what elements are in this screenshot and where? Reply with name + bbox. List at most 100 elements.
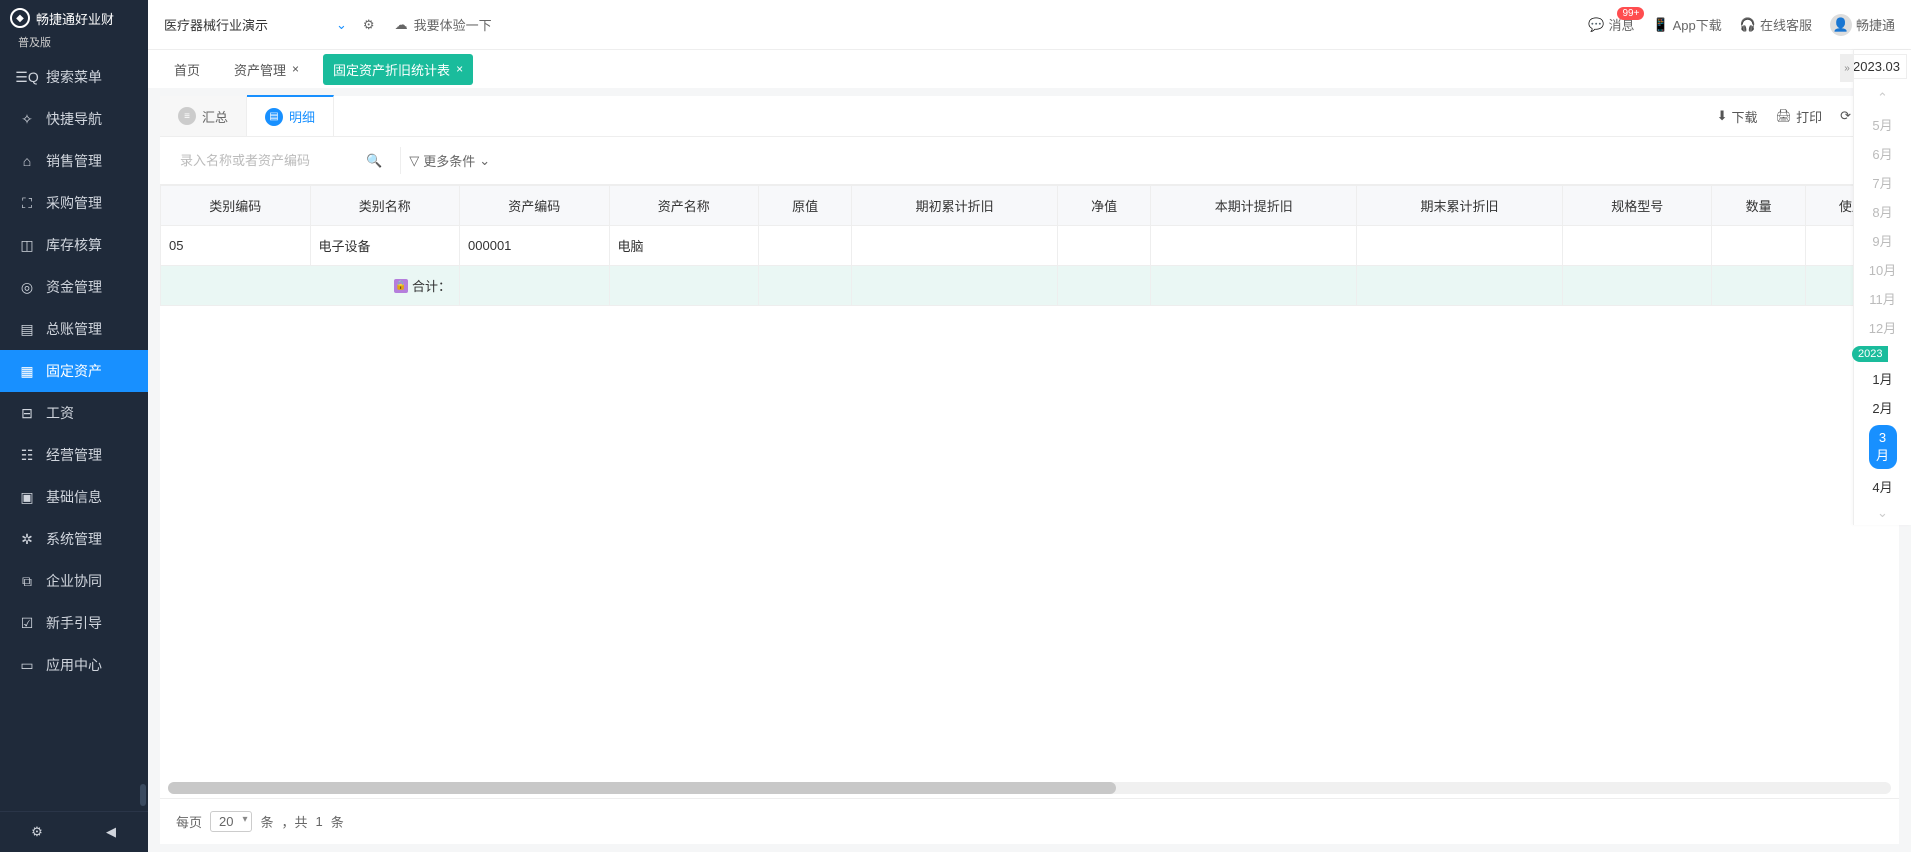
sidebar-item-guide[interactable]: ☑新手引导 [0,602,148,644]
sidebar-scrollbar[interactable] [140,784,146,806]
scrollbar-thumb[interactable] [168,782,1116,794]
sidebar-item-purchase[interactable]: ⛶采购管理 [0,182,148,224]
content-panel: ≡汇总 ▤明细 ⬇下载 🖨打印 ⟳刷新 🔍 ▽更多条件⌄ [160,96,1899,844]
sidebar-item-ledger[interactable]: ▤总账管理 [0,308,148,350]
col-period-depreciation[interactable]: 本期计提折旧 [1151,186,1357,226]
month-item[interactable]: 2月 [1854,393,1911,422]
month-item[interactable]: 5月 [1854,110,1911,139]
org-selector[interactable]: 医疗器械行业演示 ⌄ [164,15,347,34]
sidebar-item-basicinfo[interactable]: ▣基础信息 [0,476,148,518]
nav-tabs: 首页 资产管理× 固定资产折旧统计表× ✕ ⛶ [148,50,1911,88]
col-category-name[interactable]: 类别名称 [310,186,460,226]
month-item[interactable]: 7月 [1854,168,1911,197]
customer-service-button[interactable]: 🎧 在线客服 [1740,15,1812,34]
layers-icon: ≡ [178,107,196,125]
guide-icon: ☑ [18,614,36,632]
month-item[interactable]: 1月 [1854,364,1911,393]
col-end-depreciation[interactable]: 期末累计折旧 [1357,186,1563,226]
compass-icon: ✧ [18,110,36,128]
headset-icon: 🎧 [1740,17,1756,33]
col-original-value[interactable]: 原值 [759,186,852,226]
collapse-sidebar-button[interactable]: ◀ [74,812,148,852]
chevron-down-icon: ⌄ [479,153,490,169]
close-icon[interactable]: × [292,62,299,76]
trial-button[interactable]: ☁ 我要体验一下 [395,15,492,34]
message-icon: 💬 [1588,17,1604,33]
user-menu[interactable]: 👤 畅捷通 [1830,14,1895,36]
tab-asset-management[interactable]: 资产管理× [224,54,309,85]
cloud-icon: ☁ [395,17,408,33]
settings-button[interactable]: ⚙ [0,812,74,852]
col-spec[interactable]: 规格型号 [1562,186,1712,226]
period-panel: 2023.03 » ⌃ 5月 6月 7月 8月 9月 10月 11月 12月 2… [1853,50,1911,525]
year-badge: 2023 [1852,346,1888,362]
app-download-button[interactable]: 📱 App下载 [1652,15,1721,34]
sidebar-item-inventory[interactable]: ◫库存核算 [0,224,148,266]
info-icon: ▣ [18,488,36,506]
print-button[interactable]: 🖨打印 [1776,107,1823,126]
sidebar: ◆ 畅捷通好业财 普及版 ☰Q搜索菜单 ✧快捷导航 ⌂销售管理 ⛶采购管理 ◫库… [0,0,148,852]
sidebar-item-collab[interactable]: ⧉企业协同 [0,560,148,602]
month-item[interactable]: 4月 [1854,472,1911,501]
month-item[interactable]: 9月 [1854,226,1911,255]
horizontal-scrollbar[interactable] [168,782,1891,794]
brand-area: ◆ 畅捷通好业财 [0,0,148,32]
org-settings-icon[interactable]: ⚙ [363,17,375,33]
period-prev-button[interactable]: ⌃ [1873,86,1892,110]
current-period[interactable]: 2023.03 [1846,54,1907,79]
sub-tab-summary[interactable]: ≡汇总 [160,96,247,136]
download-button[interactable]: ⬇下载 [1717,107,1758,126]
sidebar-item-fixed-assets[interactable]: ▦固定资产 [0,350,148,392]
page-size-select[interactable]: 20 [210,811,252,832]
sidebar-item-salary[interactable]: ⊟工资 [0,392,148,434]
messages-button[interactable]: 💬 消息 99+ [1588,15,1634,34]
collapse-period-button[interactable]: » [1840,54,1854,82]
sidebar-item-appcenter[interactable]: ▭应用中心 [0,644,148,686]
col-category-code[interactable]: 类别编码 [161,186,311,226]
sidebar-item-finance[interactable]: ◎资金管理 [0,266,148,308]
month-item[interactable]: 12月 [1854,313,1911,342]
month-item[interactable]: 8月 [1854,197,1911,226]
more-conditions-button[interactable]: ▽更多条件⌄ [400,147,498,174]
col-asset-code[interactable]: 资产编码 [460,186,610,226]
brand-title: 畅捷通好业财 [36,9,114,28]
sidebar-item-operation[interactable]: ☷经营管理 [0,434,148,476]
table-total-row: 🔒合计： [161,266,1899,306]
sidebar-item-quicknav[interactable]: ✧快捷导航 [0,98,148,140]
sidebar-item-system[interactable]: ✲系统管理 [0,518,148,560]
avatar-icon: 👤 [1830,14,1852,36]
sidebar-item-search[interactable]: ☰Q搜索菜单 [0,56,148,98]
col-qty[interactable]: 数量 [1712,186,1805,226]
close-icon[interactable]: × [456,62,463,76]
sidebar-item-sales[interactable]: ⌂销售管理 [0,140,148,182]
col-start-depreciation[interactable]: 期初累计折旧 [852,186,1058,226]
month-item-selected[interactable]: 3月 [1869,425,1897,469]
org-name: 医疗器械行业演示 [164,15,268,34]
period-next-button[interactable]: ⌄ [1873,501,1892,525]
filter-icon: ▽ [409,153,419,169]
col-asset-name[interactable]: 资产名称 [609,186,759,226]
month-item[interactable]: 6月 [1854,139,1911,168]
magnifier-icon: 🔍 [366,153,382,168]
logo-icon: ◆ [10,8,30,28]
col-net-value[interactable]: 净值 [1058,186,1151,226]
month-item[interactable]: 11月 [1854,284,1911,313]
search-button[interactable]: 🔍 [362,149,386,173]
sub-tab-detail[interactable]: ▤明细 [247,95,334,136]
print-icon: 🖨 [1776,108,1793,124]
tab-depreciation-report[interactable]: 固定资产折旧统计表× [323,54,473,85]
team-icon: ⧉ [18,572,36,590]
depreciation-table: 类别编码 类别名称 资产编码 资产名称 原值 期初累计折旧 净值 本期计提折旧 … [160,185,1899,306]
cart-icon: ⌂ [18,152,36,170]
apps-icon: ▭ [18,656,36,674]
wallet-icon: ⊟ [18,404,36,422]
month-item[interactable]: 10月 [1854,255,1911,284]
ledger-icon: ▤ [18,320,36,338]
tab-home[interactable]: 首页 [164,54,210,85]
search-input[interactable] [172,147,352,174]
building-icon: ▦ [18,362,36,380]
edition-badge: 普及版 [0,32,148,56]
gear-icon: ✲ [18,530,36,548]
table-row[interactable]: 05 电子设备 000001 电脑 [161,226,1899,266]
list-icon: ▤ [265,108,283,126]
